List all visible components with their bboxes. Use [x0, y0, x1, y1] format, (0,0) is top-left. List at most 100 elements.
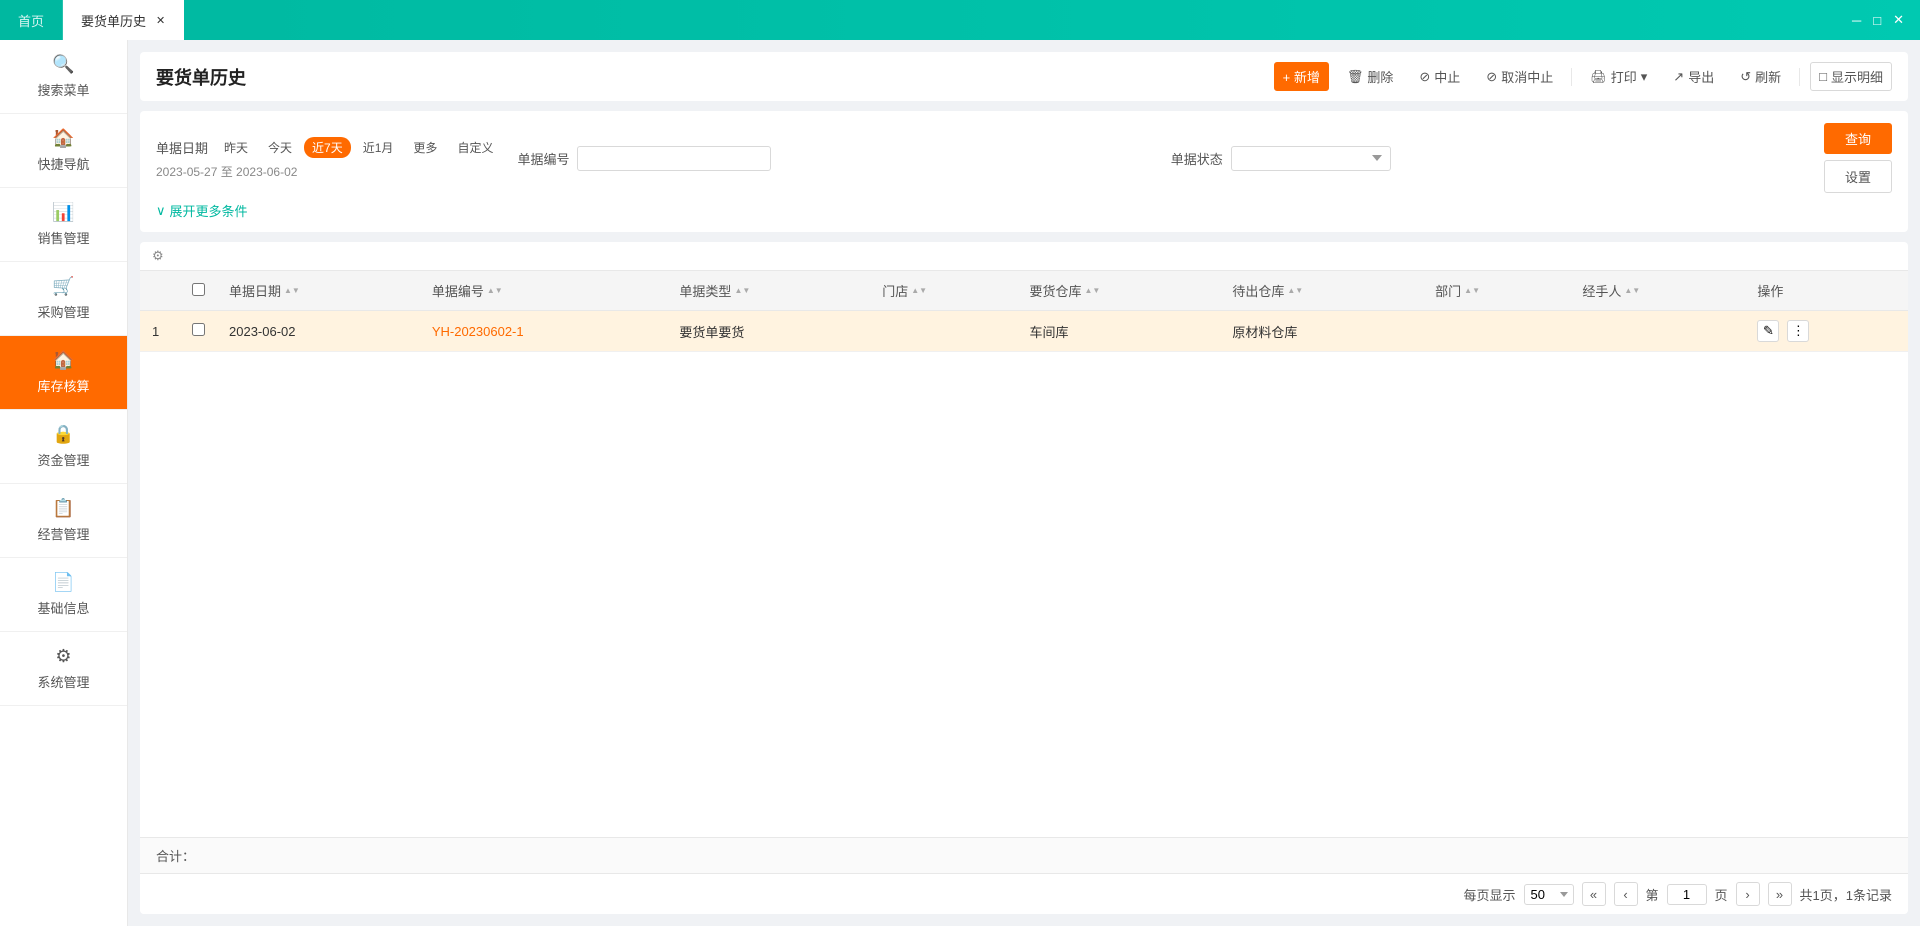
- print-label: 打印: [1611, 67, 1637, 86]
- quick-nav-icon: 🏠: [52, 128, 74, 149]
- row-doc-type: 要货单要货: [667, 311, 870, 352]
- cancel-stop-label: 取消中止: [1501, 67, 1553, 86]
- divider1: [1571, 68, 1572, 86]
- col-dept-sort: 部门 ▲▼: [1435, 281, 1480, 300]
- setting-button[interactable]: 设置: [1824, 160, 1892, 193]
- toolbar-actions: + 新增 🗑 删除 ⊘ 中止 ⊘ 取消中止 🖨 打印: [1274, 62, 1892, 91]
- col-doc-type[interactable]: 单据类型 ▲▼: [667, 271, 870, 311]
- first-page-icon: «: [1590, 887, 1597, 902]
- per-page-select[interactable]: 50 10 20 100: [1524, 884, 1574, 905]
- minimize-icon[interactable]: ─: [1852, 13, 1861, 28]
- page-label: 第: [1646, 885, 1659, 904]
- sidebar-item-sales-label: 销售管理: [37, 228, 89, 247]
- query-button[interactable]: 查询: [1824, 123, 1892, 154]
- expand-more-button[interactable]: ∨ 展开更多条件: [156, 201, 1892, 220]
- tab-requisition-label: 要货单历史: [81, 11, 146, 30]
- next-page-button[interactable]: ›: [1736, 882, 1760, 906]
- maximize-icon[interactable]: □: [1873, 13, 1881, 28]
- filter-row: 单据日期 昨天 今天 近7天 近1月 更多 自定义 2023-05-27 至 2…: [156, 123, 1892, 193]
- sidebar-item-search-menu-label: 搜索菜单: [37, 80, 89, 99]
- sidebar-item-finance-label: 资金管理: [37, 450, 89, 469]
- refresh-button[interactable]: ↺ 刷新: [1732, 63, 1789, 90]
- stop-label: 中止: [1434, 67, 1460, 86]
- stop-button[interactable]: ⊘ 中止: [1411, 63, 1468, 90]
- close-icon[interactable]: ✕: [1893, 12, 1904, 28]
- delete-button[interactable]: 🗑 删除: [1339, 63, 1402, 90]
- table-body: 1 2023-06-02 YH-20230602-1 要货单要货 车间库: [140, 311, 1908, 352]
- row-req-warehouse: 车间库: [1017, 311, 1220, 352]
- sum-row: 合计：: [140, 837, 1908, 873]
- date-filter-label: 单据日期: [156, 138, 208, 157]
- date-shortcuts: 昨天 今天 近7天 近1月 更多 自定义: [216, 137, 501, 158]
- sidebar-item-quick-nav[interactable]: 🏠 快捷导航: [0, 114, 127, 188]
- tab-bar: 首页 要货单历史 ✕: [0, 0, 1852, 40]
- row-edit-button[interactable]: ✎: [1757, 320, 1779, 342]
- sidebar-item-basic-info[interactable]: 📄 基础信息: [0, 558, 127, 632]
- col-handler-sort: 经手人 ▲▼: [1582, 281, 1640, 300]
- top-bar: 首页 要货单历史 ✕ ─ □ ✕: [0, 0, 1920, 40]
- sidebar-item-system-label: 系统管理: [37, 672, 89, 691]
- col-doc-no[interactable]: 单据编号 ▲▼: [420, 271, 668, 311]
- expand-more-icon: ∨: [156, 203, 166, 219]
- print-button[interactable]: 🖨 打印 ▾: [1582, 63, 1655, 90]
- status-select[interactable]: [1231, 146, 1391, 171]
- col-num: [140, 271, 180, 311]
- sidebar-item-purchase-label: 采购管理: [37, 302, 89, 321]
- col-handler[interactable]: 经手人 ▲▼: [1570, 271, 1745, 311]
- sidebar-item-quick-nav-label: 快捷导航: [37, 154, 89, 173]
- status-filter-group: 单据状态: [1171, 146, 1808, 171]
- col-pending-warehouse[interactable]: 待出仓库 ▲▼: [1220, 271, 1423, 311]
- prev-page-button[interactable]: ‹: [1614, 882, 1638, 906]
- table-scroll[interactable]: 单据日期 ▲▼ 单据编号 ▲▼: [140, 271, 1908, 837]
- sidebar-item-search-menu[interactable]: 🔍 搜索菜单: [0, 40, 127, 114]
- sidebar-item-finance[interactable]: 🔒 资金管理: [0, 410, 127, 484]
- export-icon: ↗: [1673, 69, 1684, 85]
- date-shortcut-7days[interactable]: 近7天: [304, 137, 351, 158]
- tab-home[interactable]: 首页: [0, 0, 63, 40]
- last-page-button[interactable]: »: [1768, 882, 1792, 906]
- table-header-row: 单据日期 ▲▼ 单据编号 ▲▼: [140, 271, 1908, 311]
- sidebar-item-sales[interactable]: 📊 销售管理: [0, 188, 127, 262]
- date-shortcut-custom[interactable]: 自定义: [449, 137, 501, 158]
- date-shortcut-today[interactable]: 今天: [260, 137, 300, 158]
- sidebar-item-inventory[interactable]: 🏠 库存核算: [0, 336, 127, 410]
- sidebar-item-operation[interactable]: 📋 经营管理: [0, 484, 127, 558]
- col-pendwh-sort: 待出仓库 ▲▼: [1232, 281, 1303, 300]
- print-icon: 🖨: [1590, 69, 1607, 85]
- handler-sort-arrows: ▲▼: [1624, 287, 1640, 295]
- new-label: + 新增: [1283, 67, 1320, 86]
- date-shortcut-yesterday[interactable]: 昨天: [216, 137, 256, 158]
- select-all-checkbox[interactable]: [192, 283, 205, 296]
- sidebar-item-system[interactable]: ⚙ 系统管理: [0, 632, 127, 706]
- row-doc-no: YH-20230602-1: [420, 311, 668, 352]
- first-page-button[interactable]: «: [1582, 882, 1606, 906]
- dept-sort-arrows: ▲▼: [1464, 287, 1480, 295]
- sidebar-item-purchase[interactable]: 🛒 采购管理: [0, 262, 127, 336]
- display-detail-button[interactable]: □ 显示明细: [1810, 62, 1892, 91]
- tab-close-icon[interactable]: ✕: [156, 14, 165, 27]
- display-detail-label: 显示明细: [1831, 67, 1883, 86]
- tab-requisition-history[interactable]: 要货单历史 ✕: [63, 0, 184, 40]
- doc-no-link[interactable]: YH-20230602-1: [432, 324, 524, 339]
- next-page-icon: ›: [1745, 887, 1749, 902]
- row-more-button[interactable]: ⋮: [1787, 320, 1809, 342]
- date-shortcut-more[interactable]: 更多: [405, 137, 445, 158]
- purchase-icon: 🛒: [52, 276, 74, 297]
- date-shortcut-1month[interactable]: 近1月: [355, 137, 402, 158]
- row-checkbox[interactable]: [192, 323, 205, 336]
- doc-no-input[interactable]: [577, 146, 771, 171]
- col-store[interactable]: 门店 ▲▼: [870, 271, 1017, 311]
- inventory-icon: 🏠: [52, 350, 74, 371]
- col-department[interactable]: 部门 ▲▼: [1423, 271, 1570, 311]
- table-settings-icon[interactable]: ⚙: [152, 248, 164, 264]
- page-number-input[interactable]: [1667, 884, 1707, 905]
- print-dropdown-icon: ▾: [1641, 69, 1648, 85]
- col-date[interactable]: 单据日期 ▲▼: [217, 271, 420, 311]
- new-button[interactable]: + 新增: [1274, 62, 1329, 91]
- export-label: 导出: [1688, 67, 1714, 86]
- col-req-warehouse[interactable]: 要货仓库 ▲▼: [1017, 271, 1220, 311]
- pendwh-sort-arrows: ▲▼: [1287, 287, 1303, 295]
- export-button[interactable]: ↗ 导出: [1665, 63, 1722, 90]
- col-checkbox: [180, 271, 217, 311]
- cancel-stop-button[interactable]: ⊘ 取消中止: [1478, 63, 1561, 90]
